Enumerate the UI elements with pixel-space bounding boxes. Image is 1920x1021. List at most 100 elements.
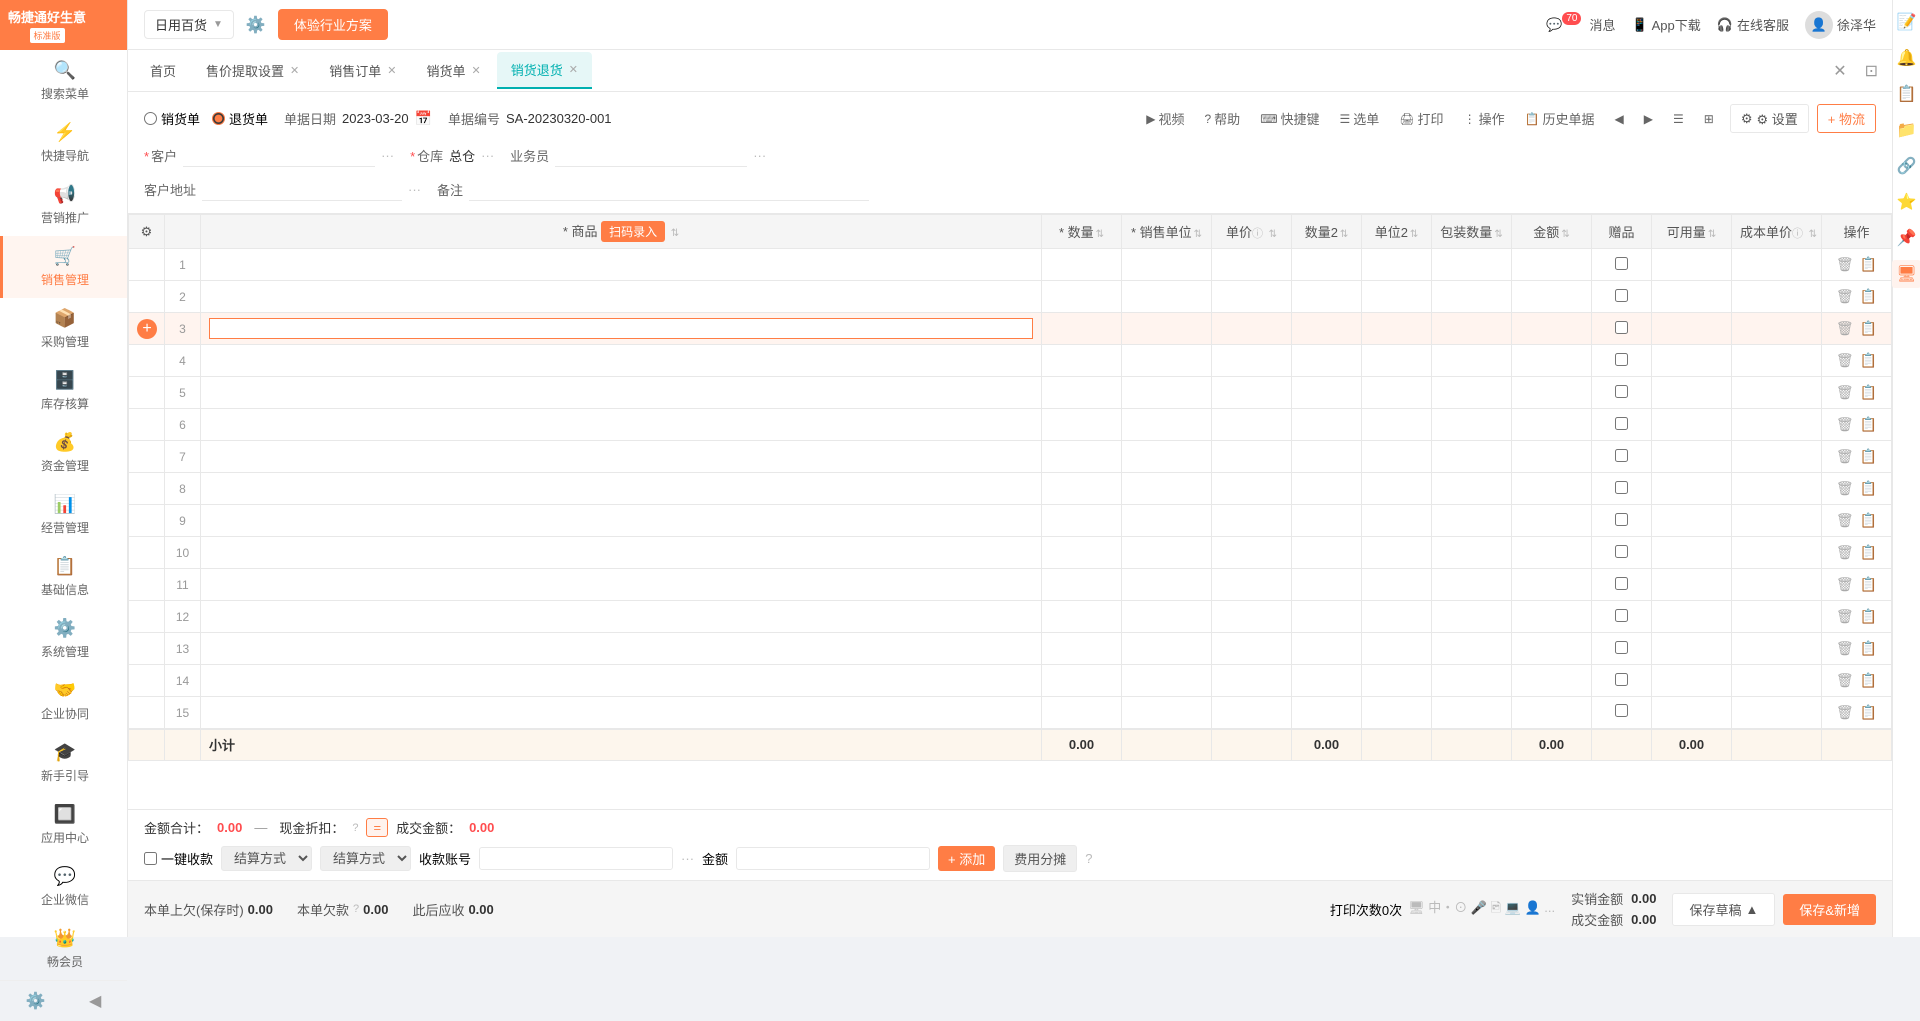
sidebar-item-marketing[interactable]: 📢 营销推广 xyxy=(0,174,127,236)
avail-sort-icon[interactable]: ⇅ xyxy=(1708,229,1716,240)
gift-cell[interactable] xyxy=(1592,569,1652,601)
help-btn[interactable]: ? 帮助 xyxy=(1198,106,1246,131)
qty2-cell[interactable] xyxy=(1292,601,1362,633)
unit-cell[interactable] xyxy=(1122,665,1212,697)
qty2-cell[interactable] xyxy=(1292,505,1362,537)
available-cell[interactable] xyxy=(1652,313,1732,345)
unit-cell[interactable] xyxy=(1122,537,1212,569)
right-panel-icon-8[interactable]: 🖥 xyxy=(1892,260,1920,288)
pack-cell[interactable] xyxy=(1432,537,1512,569)
product-cell[interactable] xyxy=(201,633,1042,665)
qty-cell[interactable] xyxy=(1042,473,1122,505)
unit2-cell[interactable] xyxy=(1362,505,1432,537)
unit-cell[interactable] xyxy=(1122,697,1212,729)
save-draft-button[interactable]: 保存草稿 ▲ xyxy=(1672,893,1775,926)
available-cell[interactable] xyxy=(1652,249,1732,281)
address-dots-icon[interactable]: ··· xyxy=(408,182,421,197)
price-cell[interactable] xyxy=(1212,569,1292,601)
unit2-sort-icon[interactable]: ⇅ xyxy=(1410,229,1418,240)
cost-cell[interactable] xyxy=(1732,697,1822,729)
amount-cell[interactable] xyxy=(1512,281,1592,313)
account-dots-icon[interactable]: ··· xyxy=(681,851,694,866)
delete-row-icon[interactable]: 🗑 xyxy=(1836,512,1854,529)
copy-row-icon[interactable]: 📋 xyxy=(1860,608,1877,625)
product-cell[interactable] xyxy=(201,601,1042,633)
warehouse-dots-icon[interactable]: ··· xyxy=(481,148,494,163)
pack-cell[interactable] xyxy=(1432,601,1512,633)
qty-cell[interactable] xyxy=(1042,537,1122,569)
gift-cell[interactable] xyxy=(1592,633,1652,665)
pack-cell[interactable] xyxy=(1432,473,1512,505)
cost-cell[interactable] xyxy=(1732,377,1822,409)
user-item[interactable]: 👤 徐泽华 xyxy=(1805,11,1876,39)
save-new-button[interactable]: 保存&新增 xyxy=(1783,894,1876,925)
this-due-info-icon[interactable]: ? xyxy=(353,903,359,915)
sidebar-item-member[interactable]: 👑 畅会员 xyxy=(0,918,127,980)
gift-checkbox[interactable] xyxy=(1615,289,1628,302)
price-cell[interactable] xyxy=(1212,601,1292,633)
cost-cell[interactable] xyxy=(1732,345,1822,377)
copy-row-icon[interactable]: 📋 xyxy=(1860,416,1877,433)
price-cell[interactable] xyxy=(1212,249,1292,281)
cost-cell[interactable] xyxy=(1732,249,1822,281)
sidebar-item-basic[interactable]: 📋 基础信息 xyxy=(0,546,127,608)
right-panel-icon-2[interactable]: 🔔 xyxy=(1893,44,1920,72)
remark-input[interactable] xyxy=(469,177,869,201)
notification-item[interactable]: 💬 70 消息 xyxy=(1546,15,1615,34)
amount-input[interactable] xyxy=(736,847,930,870)
price-cell[interactable] xyxy=(1212,345,1292,377)
unit-cell[interactable] xyxy=(1122,409,1212,441)
delete-row-icon[interactable]: 🗑 xyxy=(1836,448,1854,465)
pack-cell[interactable] xyxy=(1432,313,1512,345)
available-cell[interactable] xyxy=(1652,633,1732,665)
gift-cell[interactable] xyxy=(1592,249,1652,281)
qty-cell[interactable] xyxy=(1042,409,1122,441)
delete-row-icon[interactable]: 🗑 xyxy=(1836,256,1854,273)
available-cell[interactable] xyxy=(1652,697,1732,729)
unit-cell[interactable] xyxy=(1122,601,1212,633)
radio-sales-delivery[interactable]: 销货单 xyxy=(144,109,200,128)
qty2-sort-icon[interactable]: ⇅ xyxy=(1340,229,1348,240)
salesperson-input[interactable] xyxy=(555,143,747,167)
settings-bottom-icon[interactable]: ⚙️ xyxy=(26,991,46,1011)
price-cell[interactable] xyxy=(1212,665,1292,697)
available-cell[interactable] xyxy=(1652,441,1732,473)
unit2-cell[interactable] xyxy=(1362,633,1432,665)
price-cell[interactable] xyxy=(1212,409,1292,441)
gift-cell[interactable] xyxy=(1592,409,1652,441)
price-info-icon[interactable]: ⓘ xyxy=(1252,228,1263,240)
salesperson-dots-icon[interactable]: ··· xyxy=(753,148,766,163)
view-toggle-1[interactable]: ☰ xyxy=(1667,109,1690,129)
cost-cell[interactable] xyxy=(1732,313,1822,345)
gift-cell[interactable] xyxy=(1592,281,1652,313)
cost-cell[interactable] xyxy=(1732,569,1822,601)
product-sort-icon[interactable]: ⇅ xyxy=(671,228,679,239)
gift-cell[interactable] xyxy=(1592,665,1652,697)
unit-cell[interactable] xyxy=(1122,377,1212,409)
product-cell[interactable] xyxy=(201,249,1042,281)
qty2-cell[interactable] xyxy=(1292,473,1362,505)
available-cell[interactable] xyxy=(1652,473,1732,505)
app-download-item[interactable]: 📱 App下载 xyxy=(1631,15,1700,34)
scan-button[interactable]: 扫码录入 xyxy=(601,221,665,242)
sidebar-item-apps[interactable]: 🔲 应用中心 xyxy=(0,794,127,856)
account-input[interactable] xyxy=(479,847,673,870)
tab-home[interactable]: 首页 xyxy=(136,53,190,88)
fee-split-button[interactable]: 费用分摊 xyxy=(1003,845,1077,872)
cost-cell[interactable] xyxy=(1732,633,1822,665)
right-panel-icon-5[interactable]: 🔗 xyxy=(1893,152,1920,180)
gift-cell[interactable] xyxy=(1592,601,1652,633)
amount-cell[interactable] xyxy=(1512,473,1592,505)
qty-cell[interactable] xyxy=(1042,249,1122,281)
available-cell[interactable] xyxy=(1652,345,1732,377)
gift-checkbox[interactable] xyxy=(1615,609,1628,622)
sidebar-item-enterprise[interactable]: 🤝 企业协同 xyxy=(0,670,127,732)
unit-sort-icon[interactable]: ⇅ xyxy=(1194,229,1202,240)
delete-row-icon[interactable]: 🗑 xyxy=(1836,480,1854,497)
amount-cell[interactable] xyxy=(1512,537,1592,569)
qty2-cell[interactable] xyxy=(1292,313,1362,345)
experience-button[interactable]: 体验行业方案 xyxy=(278,9,388,40)
unit2-cell[interactable] xyxy=(1362,377,1432,409)
product-cell[interactable] xyxy=(201,537,1042,569)
print-btn[interactable]: 🖨 打印 xyxy=(1393,106,1449,131)
